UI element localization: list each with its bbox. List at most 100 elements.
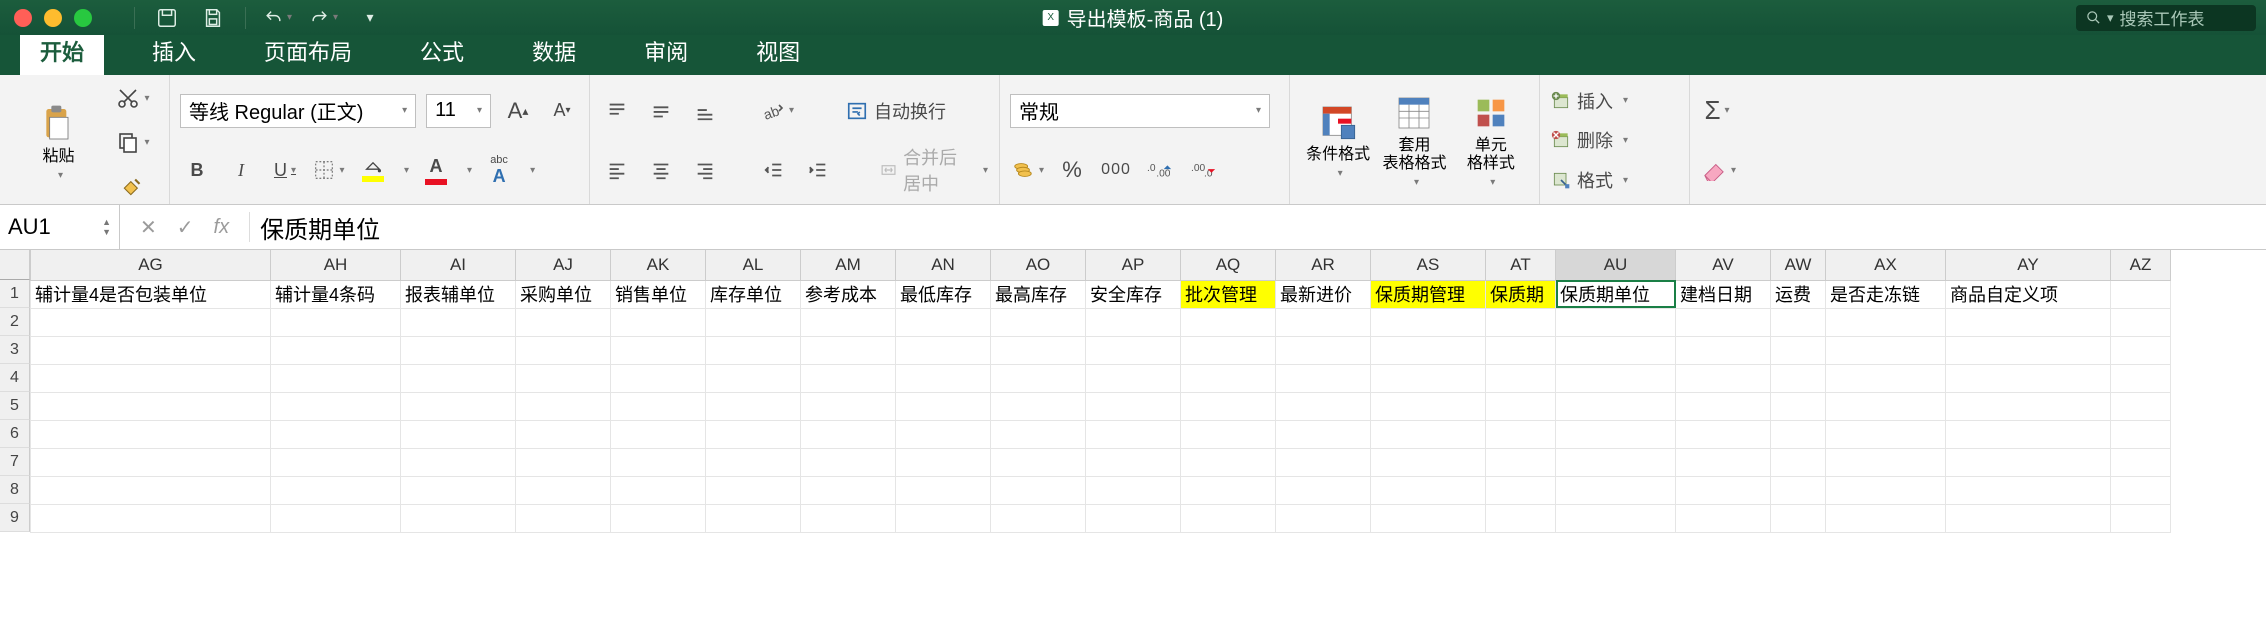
cell[interactable] xyxy=(896,504,991,532)
chevron-down-icon[interactable]: ▾ xyxy=(983,165,988,176)
chevron-down-icon[interactable]: ▾ xyxy=(402,105,407,116)
cell[interactable] xyxy=(401,308,516,336)
copy-button[interactable]: ▾ xyxy=(115,125,150,159)
cell[interactable] xyxy=(991,476,1086,504)
cell[interactable] xyxy=(801,448,896,476)
cell[interactable] xyxy=(1771,308,1826,336)
cell[interactable] xyxy=(1771,448,1826,476)
cell[interactable] xyxy=(1276,504,1371,532)
cell[interactable] xyxy=(706,420,801,448)
cell[interactable]: 商品自定义项 xyxy=(1946,280,2111,308)
cell[interactable] xyxy=(991,336,1086,364)
column-header[interactable]: AY xyxy=(1946,250,2111,280)
cut-button[interactable]: ▾ xyxy=(115,81,150,115)
column-header[interactable]: AX xyxy=(1826,250,1946,280)
chevron-down-icon[interactable]: ▾ xyxy=(1039,165,1044,176)
insert-cells-button[interactable]: 插入▾ xyxy=(1550,84,1629,118)
cell[interactable] xyxy=(1676,420,1771,448)
cell[interactable] xyxy=(1086,336,1181,364)
chevron-down-icon[interactable]: ▾ xyxy=(1623,95,1628,106)
decrease-decimal-button[interactable]: .00.0 xyxy=(1187,153,1221,187)
cell[interactable] xyxy=(706,364,801,392)
chevron-down-icon[interactable]: ▾ xyxy=(1725,105,1730,116)
cell[interactable] xyxy=(801,364,896,392)
increase-decimal-button[interactable]: .0.00 xyxy=(1143,153,1177,187)
cell[interactable] xyxy=(1826,308,1946,336)
cell[interactable] xyxy=(1946,308,2111,336)
cell[interactable] xyxy=(31,364,271,392)
column-header[interactable]: AK xyxy=(611,250,706,280)
cell[interactable] xyxy=(31,504,271,532)
cell[interactable] xyxy=(991,392,1086,420)
cell[interactable] xyxy=(271,448,401,476)
row-header[interactable]: 3 xyxy=(0,336,30,364)
row-header[interactable]: 8 xyxy=(0,476,30,504)
cell[interactable] xyxy=(1371,364,1486,392)
cell[interactable] xyxy=(1181,420,1276,448)
cell[interactable]: 辅计量4条码 xyxy=(271,280,401,308)
cell[interactable] xyxy=(1371,504,1486,532)
cell[interactable] xyxy=(516,392,611,420)
cell[interactable] xyxy=(991,364,1086,392)
fill-color-button[interactable] xyxy=(356,153,390,187)
cell[interactable] xyxy=(2111,448,2171,476)
cell[interactable] xyxy=(1826,476,1946,504)
column-header[interactable]: AR xyxy=(1276,250,1371,280)
cell[interactable] xyxy=(1181,392,1276,420)
font-name-combo[interactable]: 等线 Regular (正文) ▾ xyxy=(180,94,416,128)
cell[interactable] xyxy=(1556,448,1676,476)
cell[interactable] xyxy=(31,336,271,364)
cell[interactable] xyxy=(1556,504,1676,532)
cell[interactable] xyxy=(31,420,271,448)
name-box-stepper[interactable]: ▲▼ xyxy=(102,217,111,237)
cell[interactable] xyxy=(1826,392,1946,420)
cell[interactable] xyxy=(1676,448,1771,476)
cell[interactable] xyxy=(31,448,271,476)
row-header[interactable]: 4 xyxy=(0,364,30,392)
cell[interactable] xyxy=(896,420,991,448)
cell[interactable] xyxy=(1771,504,1826,532)
cell[interactable]: 保质期 xyxy=(1486,280,1556,308)
cell[interactable] xyxy=(1181,308,1276,336)
cell[interactable] xyxy=(401,364,516,392)
cell[interactable] xyxy=(1276,364,1371,392)
cell[interactable] xyxy=(896,392,991,420)
cell[interactable] xyxy=(1826,420,1946,448)
column-header[interactable]: AI xyxy=(401,250,516,280)
cell[interactable] xyxy=(516,336,611,364)
zoom-window-button[interactable] xyxy=(74,9,92,27)
chevron-down-icon[interactable]: ▾ xyxy=(144,93,149,104)
cell[interactable] xyxy=(1276,308,1371,336)
cell[interactable] xyxy=(1676,476,1771,504)
cell[interactable] xyxy=(1371,448,1486,476)
cell[interactable] xyxy=(1676,364,1771,392)
cell[interactable] xyxy=(2111,336,2171,364)
percent-button[interactable]: % xyxy=(1055,153,1089,187)
column-header[interactable]: AT xyxy=(1486,250,1556,280)
align-center-button[interactable] xyxy=(644,153,678,187)
cell[interactable] xyxy=(1771,336,1826,364)
cell[interactable] xyxy=(2111,476,2171,504)
chevron-down-icon[interactable]: ▾ xyxy=(291,165,296,176)
name-box[interactable]: AU1 ▲▼ xyxy=(0,205,120,249)
cell[interactable] xyxy=(1676,504,1771,532)
cell[interactable] xyxy=(1771,420,1826,448)
cell[interactable] xyxy=(801,308,896,336)
tab-data[interactable]: 数据 xyxy=(512,29,596,75)
cell[interactable]: 保质期管理 xyxy=(1371,280,1486,308)
cell[interactable] xyxy=(611,308,706,336)
autosum-button[interactable]: Σ▾ xyxy=(1700,94,1734,128)
cell[interactable] xyxy=(401,476,516,504)
italic-button[interactable]: I xyxy=(224,153,258,187)
cell[interactable] xyxy=(1086,364,1181,392)
cell[interactable] xyxy=(706,476,801,504)
chevron-down-icon[interactable]: ▾ xyxy=(477,105,482,116)
chevron-down-icon[interactable]: ▾ xyxy=(333,12,338,23)
cell[interactable] xyxy=(991,448,1086,476)
merge-center-button[interactable]: 合并后居中 ▾ xyxy=(879,153,989,187)
cell[interactable]: 是否走冻链 xyxy=(1826,280,1946,308)
border-button[interactable]: ▾ xyxy=(312,153,346,187)
chevron-down-icon[interactable]: ▾ xyxy=(287,12,292,23)
cell[interactable]: 最新进价 xyxy=(1276,280,1371,308)
cell[interactable] xyxy=(271,336,401,364)
